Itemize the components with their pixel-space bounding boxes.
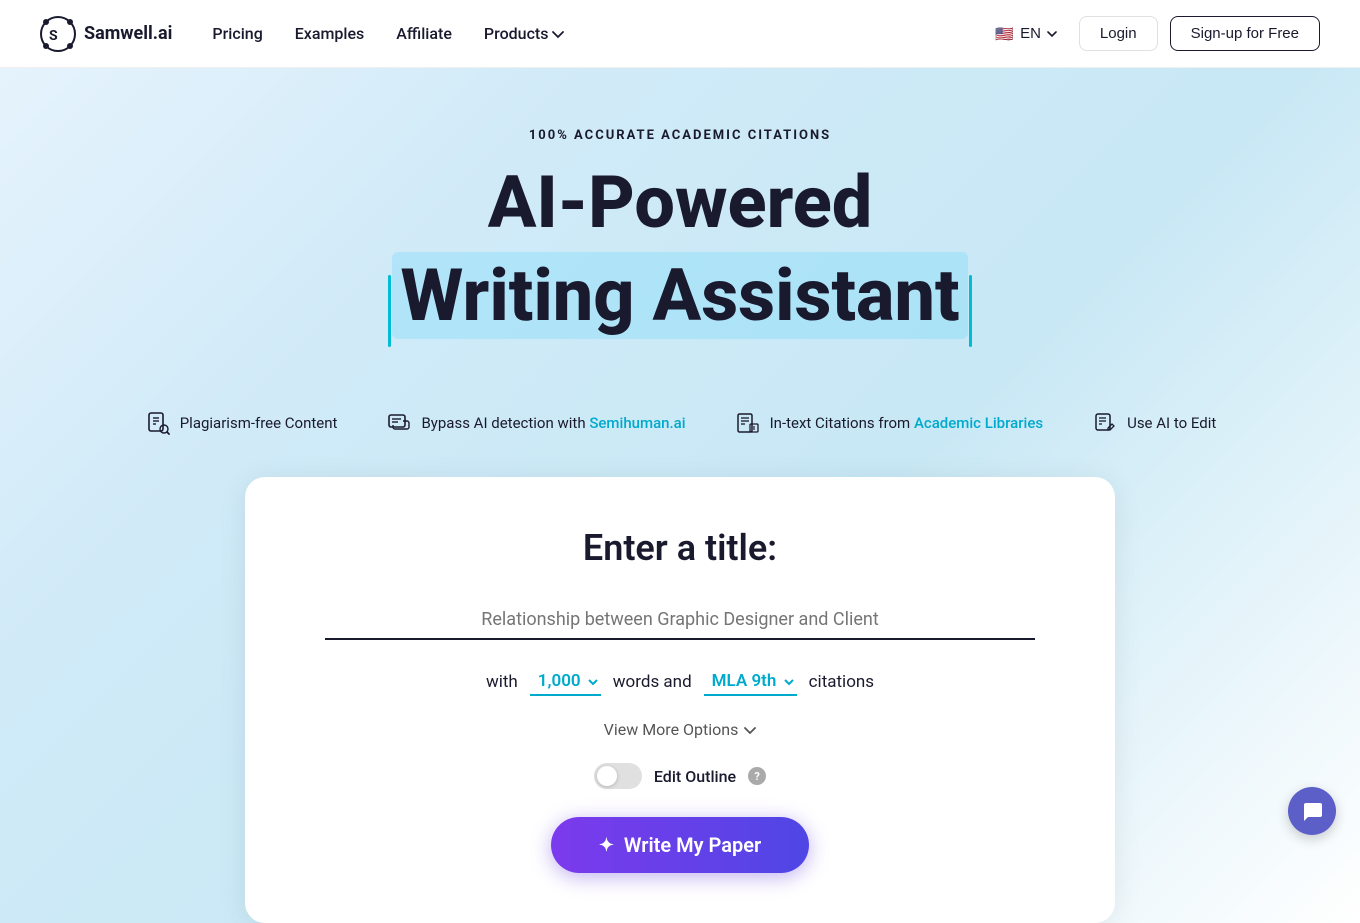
citations-select[interactable]: MLA 9th APA 7th Chicago Harvard (704, 668, 797, 696)
toggle-knob (597, 766, 617, 786)
main-card: Enter a title: with 1,000 500 1,500 2,00… (245, 477, 1115, 923)
hero-section: 100% ACCURATE ACADEMIC CITATIONS AI-Powe… (0, 68, 1360, 389)
options-row: with 1,000 500 1,500 2,000 words and MLA… (325, 668, 1035, 696)
lang-chevron-icon (1047, 25, 1057, 42)
toggle-label: Edit Outline (654, 767, 736, 786)
writing-assistant-wrapper: Writing Assistant (392, 252, 967, 369)
academic-libraries-link[interactable]: Academic Libraries (914, 414, 1043, 432)
feature-bypass: Bypass AI detection with Semihuman.ai (385, 409, 685, 437)
edit-label: Use AI to Edit (1127, 414, 1216, 432)
chevron-down-icon (552, 24, 564, 43)
nav-examples[interactable]: Examples (295, 24, 365, 43)
language-selector[interactable]: 🇺🇸 EN (985, 19, 1067, 49)
logo-text: Samwell.ai (84, 23, 172, 44)
plagiarism-label: Plagiarism-free Content (180, 414, 338, 432)
hero-badge: 100% ACCURATE ACADEMIC CITATIONS (20, 128, 1340, 143)
words-select[interactable]: 1,000 500 1,500 2,000 (530, 668, 601, 696)
semihuman-link[interactable]: Semihuman.ai (589, 414, 685, 432)
feature-edit: Use AI to Edit (1091, 409, 1216, 437)
citations-text: In-text Citations from Academic Librarie… (770, 414, 1044, 432)
svg-text:S: S (49, 28, 58, 44)
chat-widget[interactable] (1288, 787, 1336, 835)
flag-icon: 🇺🇸 (995, 25, 1014, 43)
nav-products[interactable]: Products (484, 24, 565, 43)
view-more-chevron-icon (744, 720, 756, 739)
plagiarism-icon (144, 409, 172, 437)
login-button[interactable]: Login (1079, 16, 1158, 51)
words-label: words and (613, 672, 692, 692)
edit-icon (1091, 409, 1119, 437)
bypass-icon (385, 409, 413, 437)
hero-title-line2: Writing Assistant (392, 252, 967, 339)
with-label: with (486, 672, 518, 692)
feature-plagiarism: Plagiarism-free Content (144, 409, 338, 437)
bypass-text: Bypass AI detection with Semihuman.ai (421, 414, 685, 432)
nav-right: 🇺🇸 EN Login Sign-up for Free (985, 16, 1320, 51)
title-input[interactable] (325, 601, 1035, 638)
edit-outline-toggle[interactable] (594, 763, 642, 789)
features-bar: Plagiarism-free Content Bypass AI detect… (0, 389, 1360, 457)
sparkle-icon: ✦ (599, 835, 614, 856)
navbar: S Samwell.ai Pricing Examples Affiliate … (0, 0, 1360, 68)
cursor-right-icon (969, 275, 972, 347)
hero-title: AI-Powered Writing Assistant (20, 163, 1340, 369)
nav-links: Pricing Examples Affiliate Products (212, 24, 564, 43)
logo-icon: S (40, 16, 76, 52)
card-container: Enter a title: with 1,000 500 1,500 2,00… (0, 457, 1360, 923)
chat-icon (1300, 799, 1324, 823)
write-paper-button[interactable]: ✦ Write My Paper (551, 817, 809, 873)
cursor-left-icon (388, 275, 391, 347)
help-icon[interactable]: ? (748, 767, 766, 785)
logo[interactable]: S Samwell.ai (40, 16, 172, 52)
feature-citations: In-text Citations from Academic Librarie… (734, 409, 1044, 437)
card-heading: Enter a title: (325, 527, 1035, 569)
citations-label: citations (809, 672, 874, 692)
nav-left: S Samwell.ai Pricing Examples Affiliate … (40, 16, 564, 52)
nav-affiliate[interactable]: Affiliate (396, 24, 452, 43)
citations-icon (734, 409, 762, 437)
hero-title-line1: AI-Powered (20, 163, 1340, 242)
nav-pricing[interactable]: Pricing (212, 24, 262, 43)
signup-button[interactable]: Sign-up for Free (1170, 16, 1320, 51)
title-input-wrapper (325, 601, 1035, 640)
view-more-button[interactable]: View More Options (604, 720, 757, 739)
toggle-row: Edit Outline ? (325, 763, 1035, 789)
